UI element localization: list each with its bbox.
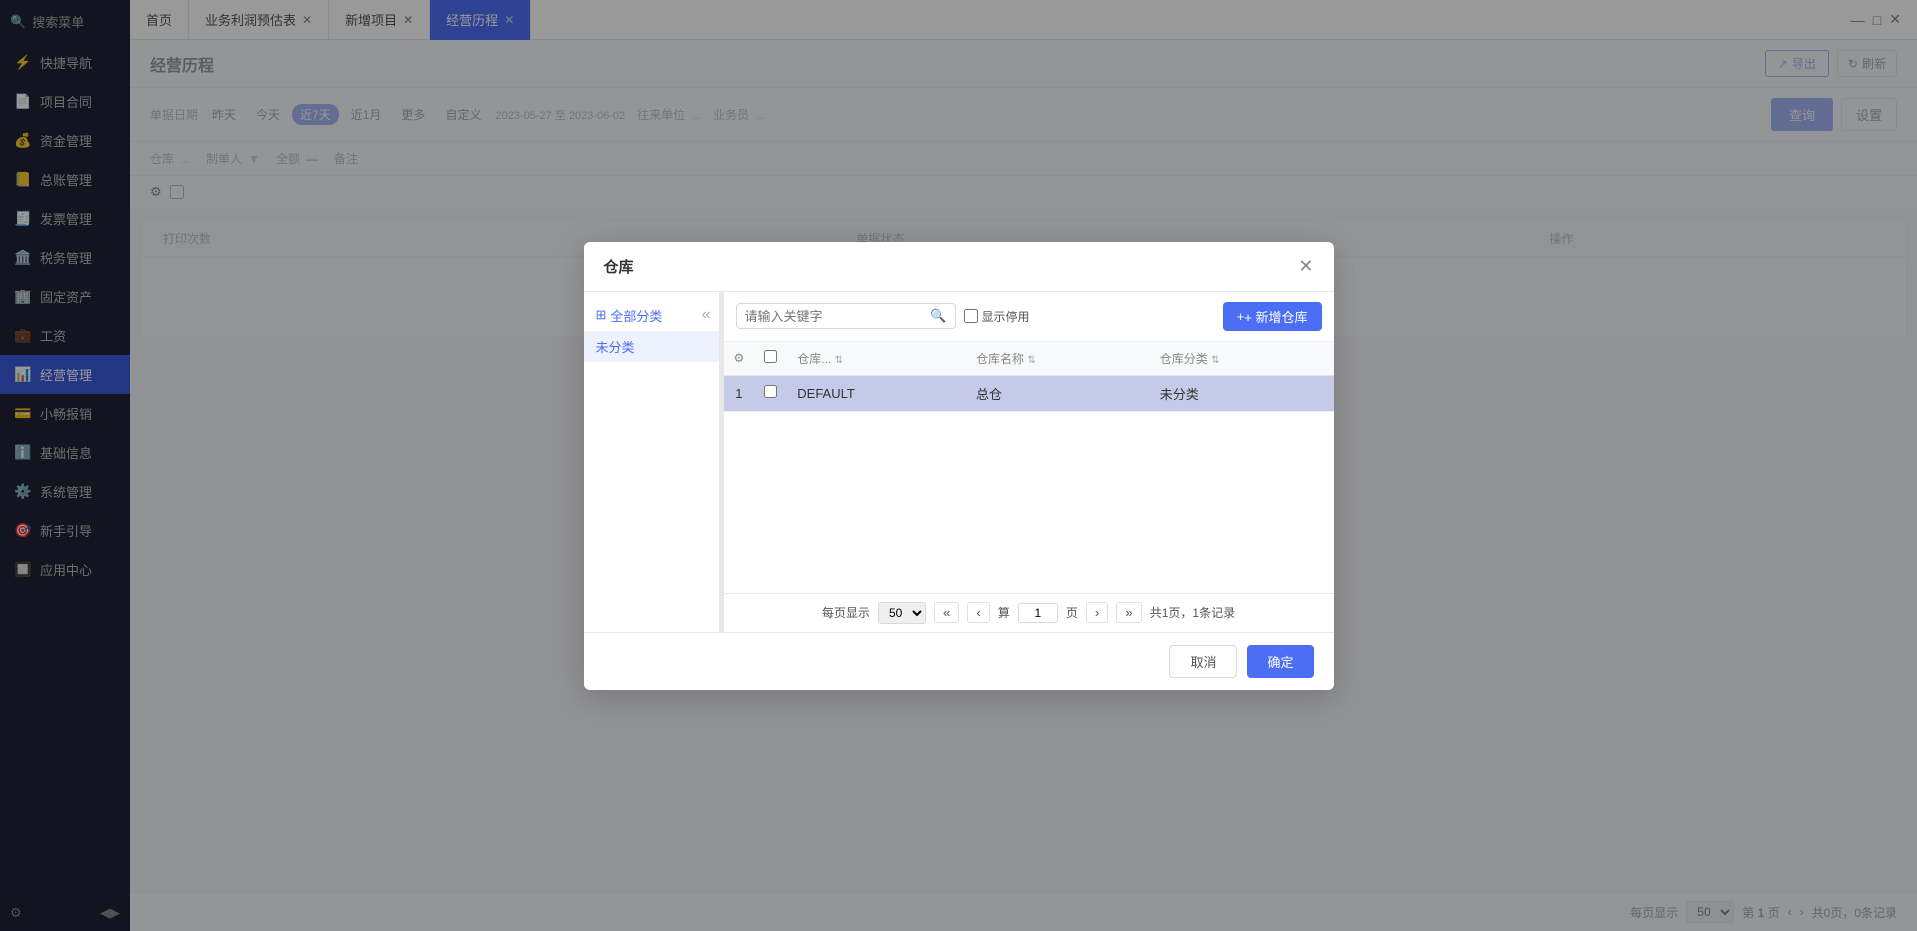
collapse-panel-button[interactable]: « [702, 306, 711, 324]
show-disabled-toggle: 显示停用 [964, 308, 1030, 325]
category-sort-icon[interactable]: ⇅ [1211, 355, 1219, 366]
table-header-row: ⚙ 仓库... ⇅ 仓库名称 ⇅ [724, 342, 1334, 376]
modal-prev-page-button[interactable]: ‹ [967, 602, 989, 623]
row-name: 总仓 [966, 375, 1150, 411]
warehouse-table: ⚙ 仓库... ⇅ 仓库名称 ⇅ [724, 342, 1334, 412]
modal-toolbar: 🔍 显示停用 + + 新增仓库 [724, 292, 1334, 342]
warehouse-modal: 仓库 ✕ ⊞ 全部分类 « 未分类 [584, 242, 1334, 690]
modal-table-container: ⚙ 仓库... ⇅ 仓库名称 ⇅ [724, 342, 1334, 593]
modal-left-panel: ⊞ 全部分类 « 未分类 [584, 292, 724, 632]
category-header: ⊞ 全部分类 « [584, 300, 723, 331]
modal-overlay: 仓库 ✕ ⊞ 全部分类 « 未分类 [0, 0, 1917, 931]
th-checkbox [754, 342, 787, 376]
modal-page-label: 算 [998, 604, 1010, 621]
grid-icon: ⊞ [596, 307, 607, 323]
th-name: 仓库名称 ⇅ [966, 342, 1150, 376]
code-sort-icon[interactable]: ⇅ [835, 355, 843, 366]
left-scrollbar[interactable] [719, 292, 723, 632]
add-warehouse-button[interactable]: + + 新增仓库 [1223, 302, 1322, 331]
th-code: 仓库... ⇅ [787, 342, 966, 376]
modal-title: 仓库 [604, 256, 634, 277]
modal-first-page-button[interactable]: « [934, 602, 959, 623]
table-row[interactable]: 1 DEFAULT 总仓 未分类 [724, 375, 1334, 411]
plus-icon: + [1237, 309, 1245, 324]
table-head: ⚙ 仓库... ⇅ 仓库名称 ⇅ [724, 342, 1334, 376]
modal-per-page-select[interactable]: 50 [878, 602, 926, 624]
row-code: DEFAULT [787, 375, 966, 411]
row-checkbox[interactable] [764, 385, 777, 398]
modal-close-button[interactable]: ✕ [1298, 256, 1313, 277]
name-sort-icon[interactable]: ⇅ [1027, 355, 1035, 366]
row-checkbox-cell [754, 375, 787, 411]
modal-per-page-label: 每页显示 [822, 604, 870, 621]
modal-footer: 取消 确定 [584, 632, 1334, 690]
search-icon[interactable]: 🔍 [930, 308, 946, 324]
category-item-unclassified[interactable]: 未分类 [584, 331, 723, 362]
modal-next-page-button[interactable]: › [1086, 602, 1108, 623]
modal-pagination: 每页显示 50 « ‹ 算 页 › » 共1页，1条记录 [724, 593, 1334, 632]
select-all-modal-checkbox[interactable] [764, 350, 777, 363]
search-input[interactable] [745, 309, 931, 324]
confirm-button[interactable]: 确定 [1247, 645, 1313, 678]
modal-right-panel: 🔍 显示停用 + + 新增仓库 [724, 292, 1334, 632]
row-category: 未分类 [1150, 375, 1334, 411]
th-category: 仓库分类 ⇅ [1150, 342, 1334, 376]
modal-header: 仓库 ✕ [584, 242, 1334, 292]
show-disabled-checkbox[interactable] [964, 309, 978, 323]
modal-total-label: 共1页，1条记录 [1150, 604, 1235, 621]
th-gear: ⚙ [724, 342, 755, 376]
cancel-button[interactable]: 取消 [1169, 645, 1237, 678]
row-num: 1 [724, 375, 755, 411]
modal-last-page-button[interactable]: » [1116, 602, 1141, 623]
modal-page-input[interactable] [1018, 603, 1058, 623]
show-disabled-label: 显示停用 [982, 308, 1030, 325]
table-body: 1 DEFAULT 总仓 未分类 [724, 375, 1334, 411]
modal-page-suffix: 页 [1066, 604, 1078, 621]
modal-body: ⊞ 全部分类 « 未分类 🔍 [584, 292, 1334, 632]
all-category-item[interactable]: ⊞ 全部分类 [596, 306, 663, 325]
search-box[interactable]: 🔍 [736, 303, 956, 329]
